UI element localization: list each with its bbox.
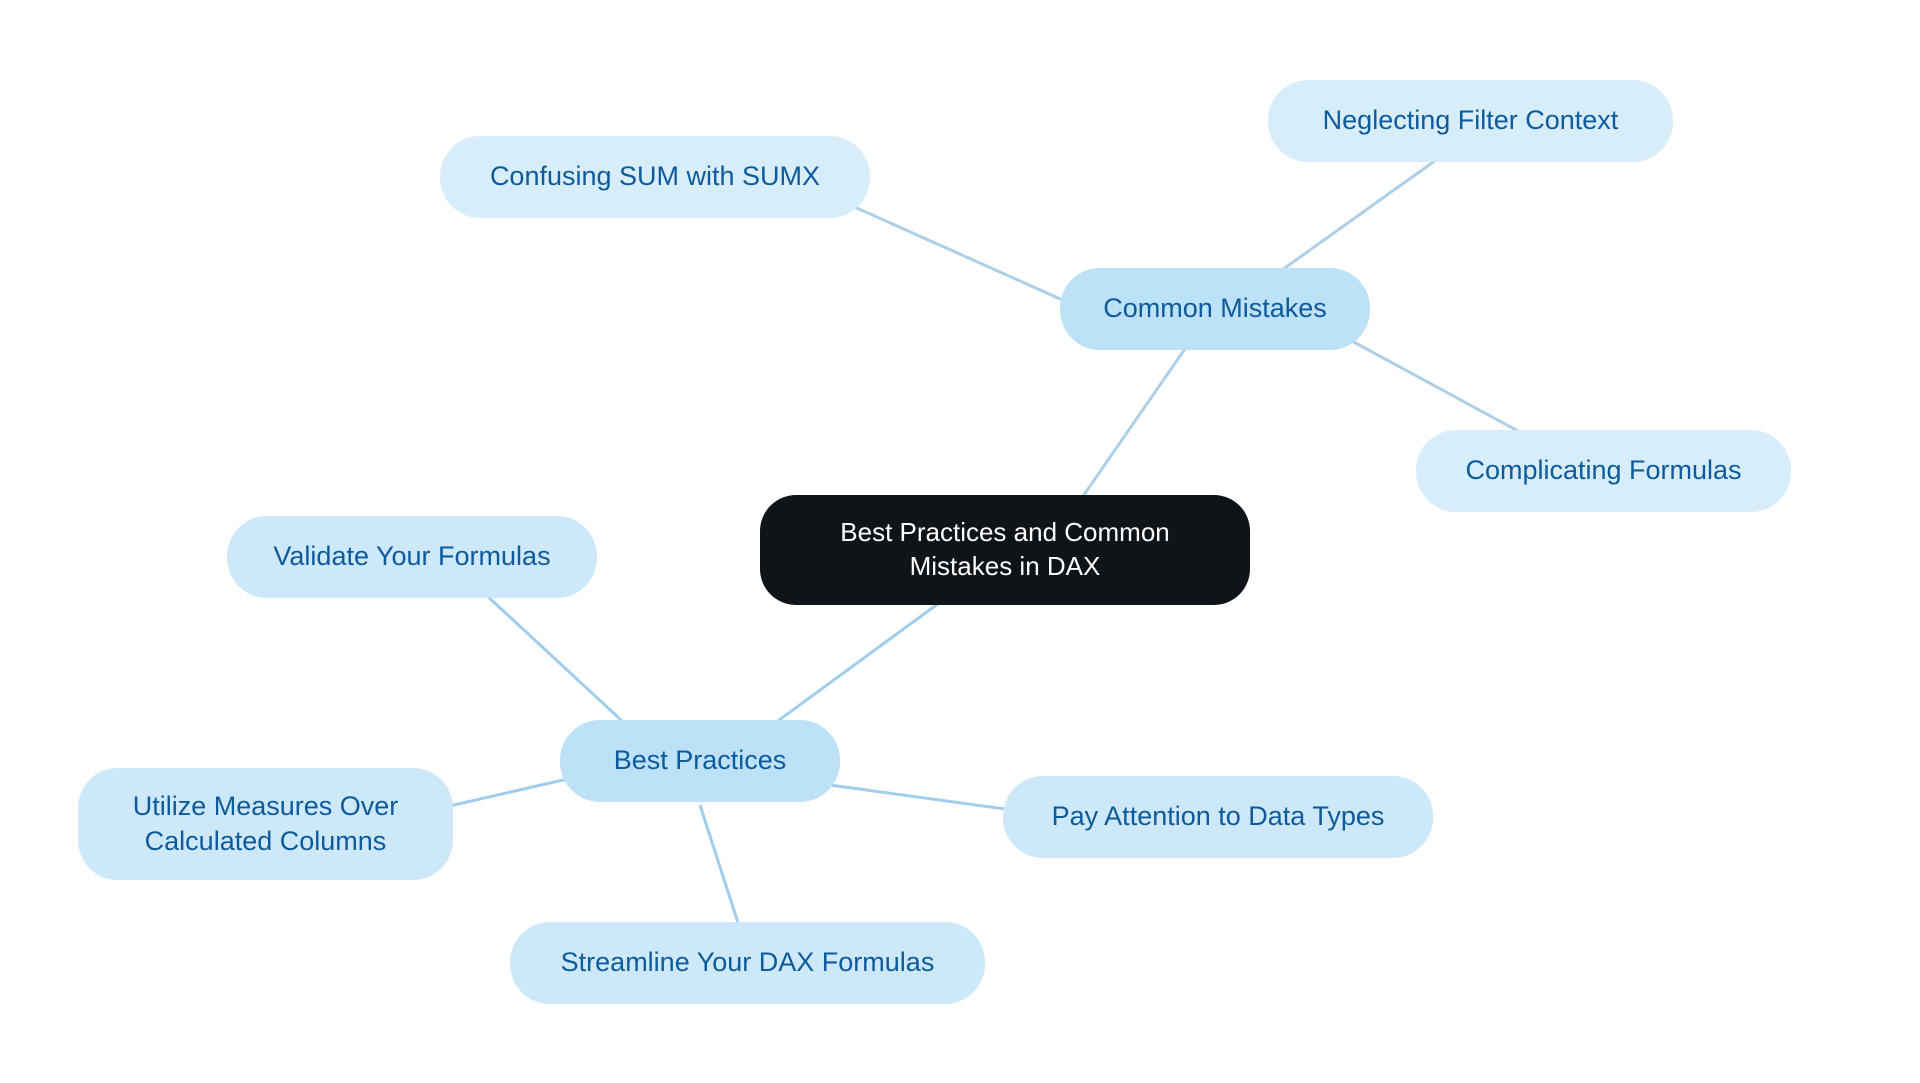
leaf-data-types[interactable]: Pay Attention to Data Types: [1003, 776, 1433, 858]
leaf-complicating-formulas[interactable]: Complicating Formulas: [1416, 430, 1791, 512]
leaf-validate-formulas[interactable]: Validate Your Formulas: [227, 516, 597, 598]
mindmap-canvas: Best Practices and Common Mistakes in DA…: [0, 0, 1920, 1083]
leaf-streamline-formulas[interactable]: Streamline Your DAX Formulas: [510, 922, 985, 1004]
branch-common-mistakes[interactable]: Common Mistakes: [1060, 268, 1370, 350]
root-node[interactable]: Best Practices and Common Mistakes in DA…: [760, 495, 1250, 605]
leaf-measures-over-columns[interactable]: Utilize Measures Over Calculated Columns: [78, 768, 453, 880]
edge-cm-to-neglecting-filter: [1275, 150, 1450, 275]
leaf-confusing-sum[interactable]: Confusing SUM with SUMX: [440, 136, 870, 218]
edge-cm-to-confusing-sum: [850, 205, 1085, 310]
branch-best-practices[interactable]: Best Practices: [560, 720, 840, 802]
leaf-neglecting-filter[interactable]: Neglecting Filter Context: [1268, 80, 1673, 162]
edge-root-to-common-mistakes: [1070, 330, 1198, 515]
